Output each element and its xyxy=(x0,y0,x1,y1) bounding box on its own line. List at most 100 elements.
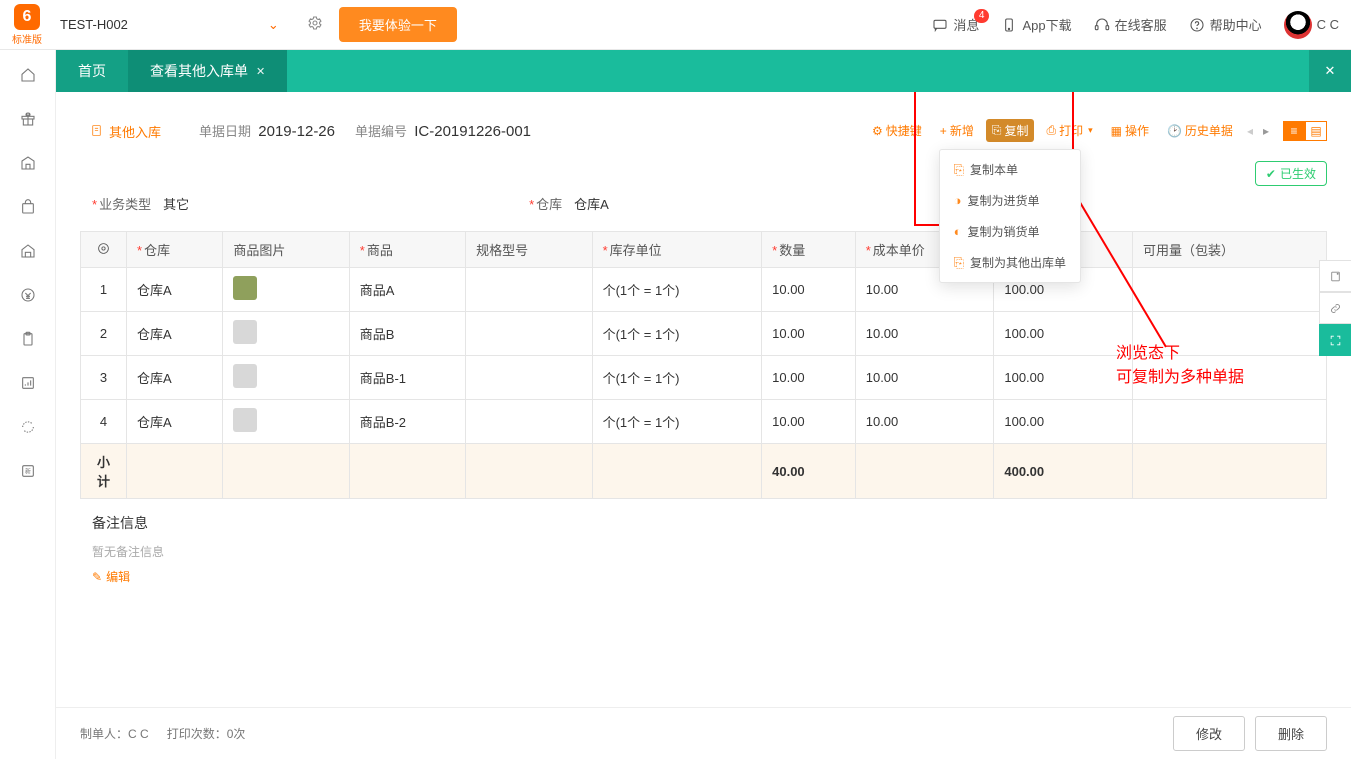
doc-no-value: IC-20191226-001 xyxy=(414,123,531,140)
rail-expand-icon[interactable] xyxy=(1319,324,1351,356)
close-icon[interactable]: ✕ xyxy=(256,65,265,78)
product-thumb xyxy=(233,320,257,344)
messages-badge: 4 xyxy=(974,9,990,23)
tab-home[interactable]: 首页 xyxy=(56,50,128,92)
row-warehouse: 仓库A xyxy=(127,400,223,444)
app-download-link[interactable]: App下载 xyxy=(1001,15,1071,34)
tab-view-other-inbound[interactable]: 查看其他入库单 ✕ xyxy=(128,50,287,92)
check-icon: ✔ xyxy=(1266,167,1276,181)
form-row: *业务类型 其它 *仓库 仓库A xyxy=(68,194,1339,231)
warehouse-value: 仓库A xyxy=(574,194,609,213)
messages-link[interactable]: 消息 4 xyxy=(932,15,979,34)
copy-dropdown: ⎘复制本单 ◑复制为进货单 ◐复制为销货单 ⎘复制为其他出库单 xyxy=(939,149,1081,283)
inbound-icon: ◑ xyxy=(954,193,962,208)
rail-note-icon[interactable] xyxy=(1319,260,1351,292)
row-warehouse: 仓库A xyxy=(127,356,223,400)
print-button[interactable]: ⎙打印▾ xyxy=(1040,119,1098,142)
nav-report-icon[interactable] xyxy=(17,372,39,394)
row-index: 2 xyxy=(81,312,127,356)
copy-as-sales[interactable]: ◐复制为销货单 xyxy=(940,216,1080,247)
shortcut-button[interactable]: ⚙快捷键 xyxy=(866,119,928,142)
modify-button[interactable]: 修改 xyxy=(1173,716,1245,751)
close-all-tabs[interactable]: ✕ xyxy=(1309,50,1351,92)
nav-sync-icon[interactable] xyxy=(17,416,39,438)
nav-warehouse-icon[interactable] xyxy=(17,240,39,262)
logo[interactable]: 6 标准版 xyxy=(12,4,42,46)
history-button[interactable]: 🕑历史单据 xyxy=(1161,119,1239,142)
copy-icon: ⎘ xyxy=(954,162,964,178)
document-meta: 单据日期 2019-12-26 单据编号 IC-20191226-001 xyxy=(199,121,531,140)
workspace-name: TEST-H002 xyxy=(60,17,128,32)
copy-button[interactable]: ⎘复制 xyxy=(986,119,1035,142)
rail-link-icon[interactable] xyxy=(1319,292,1351,324)
copy-this-doc[interactable]: ⎘复制本单 xyxy=(940,154,1080,185)
document-icon xyxy=(90,124,103,140)
print-count-value: 0次 xyxy=(227,727,246,741)
nav-gift-icon[interactable] xyxy=(17,108,39,130)
operations-button[interactable]: ▦操作 xyxy=(1105,119,1155,142)
copy-as-purchase[interactable]: ◑复制为进货单 xyxy=(940,185,1080,216)
row-image xyxy=(223,400,349,444)
table-row[interactable]: 4仓库A商品B-2个(1个 = 1个)10.0010.00100.00 xyxy=(81,400,1327,444)
row-index: 4 xyxy=(81,400,127,444)
add-button[interactable]: +新增 xyxy=(934,119,980,142)
edit-icon: ✎ xyxy=(92,570,102,584)
right-rail xyxy=(1319,260,1351,356)
col-warehouse: *仓库 xyxy=(127,232,223,268)
row-warehouse: 仓库A xyxy=(127,312,223,356)
customer-service-link[interactable]: 在线客服 xyxy=(1094,15,1167,34)
settings-icon[interactable] xyxy=(307,15,323,34)
subtotal-qty: 40.00 xyxy=(762,444,856,499)
plus-icon: + xyxy=(940,124,947,138)
tabs-bar: 首页 查看其他入库单 ✕ ✕ xyxy=(56,50,1351,92)
nav-prev-icon[interactable]: ◂ xyxy=(1245,124,1255,138)
history-icon: 🕑 xyxy=(1167,124,1182,138)
nav-home-icon[interactable] xyxy=(17,64,39,86)
row-qty: 10.00 xyxy=(762,268,856,312)
sidebar: 新 xyxy=(0,50,56,759)
help-center-link[interactable]: 帮助中心 xyxy=(1189,15,1262,34)
print-count-label: 打印次数： xyxy=(167,727,227,741)
nav-next-icon[interactable]: ▸ xyxy=(1261,124,1271,138)
biz-type-value: 其它 xyxy=(163,194,189,213)
gear-icon: ⚙ xyxy=(872,124,883,138)
workspace-selector[interactable]: TEST-H002 ⌄ xyxy=(60,17,279,33)
delete-button[interactable]: 删除 xyxy=(1255,716,1327,751)
row-image xyxy=(223,268,349,312)
product-thumb xyxy=(233,364,257,388)
row-product: 商品B xyxy=(349,312,465,356)
date-label: 单据日期 xyxy=(199,124,251,139)
nav-new-icon[interactable]: 新 xyxy=(17,460,39,482)
grid-icon: ▦ xyxy=(1111,124,1122,138)
nav-money-icon[interactable] xyxy=(17,284,39,306)
doc-out-icon: ⎘ xyxy=(954,255,964,271)
col-settings[interactable] xyxy=(81,232,127,268)
view-list-button[interactable]: ≡ xyxy=(1283,121,1305,141)
col-qty: *数量 xyxy=(762,232,856,268)
row-spec xyxy=(466,356,592,400)
user-menu[interactable]: C C xyxy=(1284,11,1339,39)
view-grid-button[interactable]: ▤ xyxy=(1305,121,1327,141)
col-unit: *库存单位 xyxy=(592,232,762,268)
col-spec: 规格型号 xyxy=(466,232,592,268)
chevron-down-icon: ⌄ xyxy=(268,17,279,33)
row-qty: 10.00 xyxy=(762,312,856,356)
copy-as-other-out[interactable]: ⎘复制为其他出库单 xyxy=(940,247,1080,278)
row-price: 10.00 xyxy=(855,400,994,444)
svg-text:新: 新 xyxy=(24,468,30,476)
annotation-text: 浏览态下 可复制为多种单据 xyxy=(1116,342,1244,390)
nav-bag-icon[interactable] xyxy=(17,196,39,218)
document-type-tab[interactable]: 其他入库 xyxy=(80,114,171,147)
table-row[interactable]: 1仓库A商品A个(1个 = 1个)10.0010.00100.00 xyxy=(81,268,1327,312)
row-product: 商品B-1 xyxy=(349,356,465,400)
row-qty: 10.00 xyxy=(762,400,856,444)
remarks-empty-text: 暂无备注信息 xyxy=(92,543,1315,560)
edit-remarks-link[interactable]: ✎ 编辑 xyxy=(92,568,1315,585)
col-image: 商品图片 xyxy=(223,232,349,268)
nav-clipboard-icon[interactable] xyxy=(17,328,39,350)
subtotal-row: 小计40.00400.00 xyxy=(81,444,1327,499)
date-value: 2019-12-26 xyxy=(258,123,335,140)
nav-inventory-icon[interactable] xyxy=(17,152,39,174)
trial-button[interactable]: 我要体验一下 xyxy=(339,7,457,42)
creator-value: C C xyxy=(128,727,149,741)
